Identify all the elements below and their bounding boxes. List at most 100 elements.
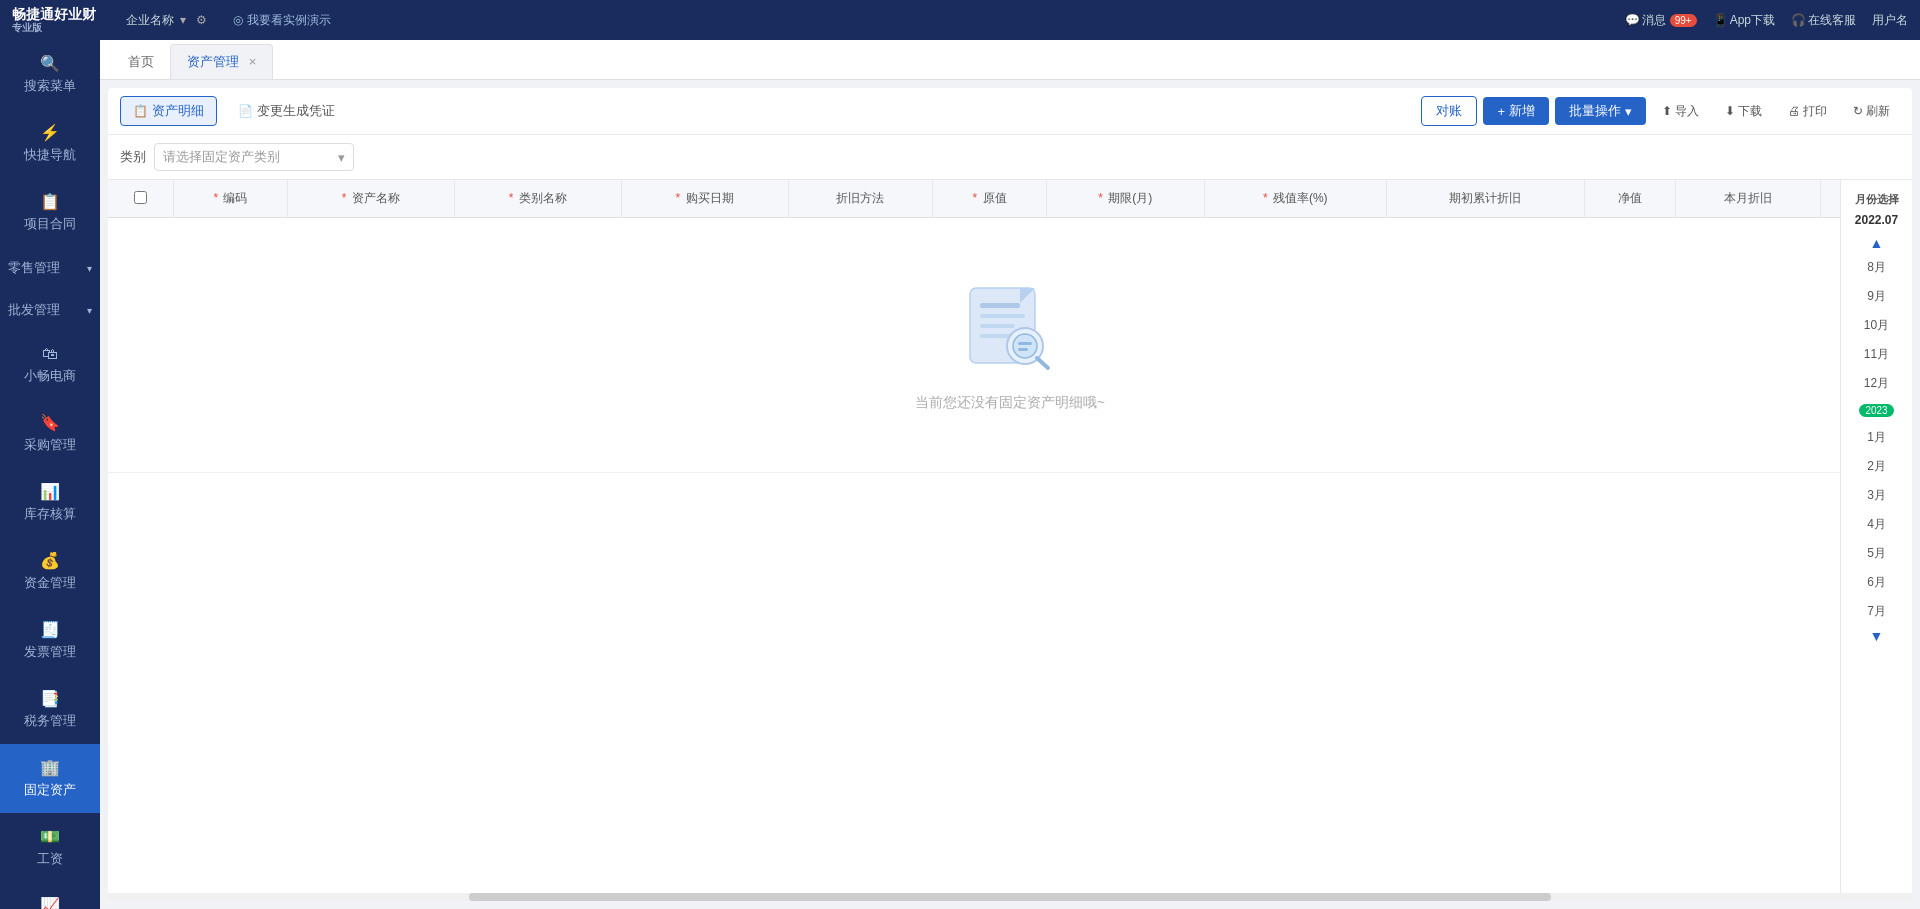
col-net-value-label: 净值 [1618, 191, 1642, 205]
month-item-12[interactable]: 12月 [1841, 369, 1912, 398]
sub-tab-voucher[interactable]: 📄 变更生成凭证 [225, 96, 348, 126]
ecommerce-icon: 🛍 [42, 345, 58, 363]
filter-dropdown-icon: ▾ [338, 150, 345, 165]
svg-rect-8 [1018, 342, 1032, 345]
table-body: 当前您还没有固定资产明细哦~ [108, 218, 1912, 473]
download-button[interactable]: ⬇ 下载 [1715, 98, 1772, 125]
required-star: * [1098, 191, 1103, 205]
category-filter[interactable]: 请选择固定资产类别 ▾ [154, 143, 354, 171]
month-item-10[interactable]: 10月 [1841, 311, 1912, 340]
tab-home[interactable]: 首页 [112, 45, 170, 79]
sidebar-item-fixed-assets[interactable]: 🏢 固定资产 [0, 744, 100, 813]
app-edition: 专业版 [12, 22, 96, 34]
import-button[interactable]: ⬆ 导入 [1652, 98, 1709, 125]
tab-home-label: 首页 [128, 54, 154, 69]
user-name[interactable]: 用户名 [1872, 12, 1908, 29]
sidebar-label-quick-nav: 快捷导航 [24, 146, 76, 164]
select-all-checkbox[interactable] [134, 191, 147, 204]
tab-asset-management[interactable]: 资产管理 × [170, 44, 273, 79]
add-icon: + [1497, 104, 1505, 119]
company-name: 企业名称 [126, 12, 174, 29]
required-star: * [973, 191, 978, 205]
horizontal-scrollbar[interactable] [108, 893, 1912, 901]
download-label: 下载 [1738, 103, 1762, 120]
month-item-11[interactable]: 11月 [1841, 340, 1912, 369]
month-item-5[interactable]: 5月 [1841, 539, 1912, 568]
sidebar-item-salary[interactable]: 💵 工资 [0, 813, 100, 882]
demo-link[interactable]: ◎ 我要看实例演示 [233, 12, 331, 29]
sidebar-item-project-contract[interactable]: 📋 项目合同 [0, 178, 100, 247]
month-item-2[interactable]: 2月 [1841, 452, 1912, 481]
finance-icon: 💰 [40, 551, 60, 570]
voucher-tab-icon: 📄 [238, 104, 253, 118]
invoice-icon: 🧾 [40, 620, 60, 639]
sidebar-label-wholesale: 批发管理 [8, 301, 60, 319]
month-item-3[interactable]: 3月 [1841, 481, 1912, 510]
import-icon: ⬆ [1662, 104, 1672, 118]
col-code-label: 编码 [223, 191, 247, 205]
sidebar-item-inventory[interactable]: 📊 库存核算 [0, 468, 100, 537]
settings-icon[interactable]: ⚙ [196, 13, 207, 27]
col-asset-name: * 资产名称 [287, 180, 454, 218]
add-label: 新增 [1509, 102, 1535, 120]
col-net-value: 净值 [1584, 180, 1675, 218]
col-category-name: * 类别名称 [454, 180, 621, 218]
refresh-label: 刷新 [1866, 103, 1890, 120]
month-item-9[interactable]: 9月 [1841, 282, 1912, 311]
month-item-6[interactable]: 6月 [1841, 568, 1912, 597]
online-service-label: 在线客服 [1808, 12, 1856, 29]
tax-icon: 📑 [40, 689, 60, 708]
reconcile-button[interactable]: 对账 [1421, 96, 1477, 126]
month-down-btn[interactable]: ▼ [1868, 626, 1886, 646]
add-button[interactable]: + 新增 [1483, 97, 1549, 125]
col-purchase-date-label: 购买日期 [686, 191, 734, 205]
sub-tab-asset-detail[interactable]: 📋 资产明细 [120, 96, 217, 126]
month-up-btn[interactable]: ▲ [1868, 233, 1886, 253]
col-monthly-dep: 本月折旧 [1675, 180, 1820, 218]
message-action[interactable]: 💬 消息 99+ [1625, 12, 1697, 29]
month-item-7[interactable]: 7月 [1841, 597, 1912, 626]
col-depreciation-method: 折旧方法 [788, 180, 933, 218]
month-item-1[interactable]: 1月 [1841, 423, 1912, 452]
table-month-container: * 编码 * 资产名称 * 类别名称 [108, 180, 1912, 893]
sidebar-item-invoice[interactable]: 🧾 发票管理 [0, 606, 100, 675]
sidebar-item-ecommerce[interactable]: 🛍 小畅电商 [0, 331, 100, 399]
sidebar-item-retail[interactable]: 零售管理 ▾ [0, 247, 100, 289]
tab-close-icon[interactable]: × [249, 54, 257, 69]
col-depreciation-method-label: 折旧方法 [836, 191, 884, 205]
sidebar-item-wholesale[interactable]: 批发管理 ▾ [0, 289, 100, 331]
refresh-button[interactable]: ↻ 刷新 [1843, 98, 1900, 125]
sidebar-item-finance[interactable]: 💰 资金管理 [0, 537, 100, 606]
company-selector[interactable]: 企业名称 ▾ ⚙ [126, 12, 207, 29]
message-badge: 99+ [1670, 14, 1697, 27]
sidebar-item-search[interactable]: 🔍 搜索菜单 [0, 40, 100, 109]
sidebar-item-purchase[interactable]: 🔖 采购管理 [0, 399, 100, 468]
month-item-4[interactable]: 4月 [1841, 510, 1912, 539]
svg-rect-1 [980, 303, 1020, 308]
col-period: * 期限(月) [1046, 180, 1204, 218]
sidebar: 🔍 搜索菜单 ⚡ 快捷导航 📋 项目合同 零售管理 ▾ 批发管理 ▾ 🛍 小畅电… [0, 40, 100, 909]
asset-detail-tab-icon: 📋 [133, 104, 148, 118]
page-content: 📋 资产明细 📄 变更生成凭证 对账 + 新增 批量操作 ▾ [108, 88, 1912, 901]
month-item-8[interactable]: 8月 [1841, 253, 1912, 282]
svg-rect-3 [980, 324, 1015, 328]
dropdown-icon: ▾ [180, 13, 186, 27]
col-asset-name-label: 资产名称 [352, 191, 400, 205]
app-download-action[interactable]: 📱 App下载 [1713, 12, 1775, 29]
top-bar: 畅捷通好业财 专业版 企业名称 ▾ ⚙ ◎ 我要看实例演示 💬 消息 99+ 📱… [0, 0, 1920, 40]
sidebar-item-quick-nav[interactable]: ⚡ 快捷导航 [0, 109, 100, 178]
print-icon: 🖨 [1788, 104, 1800, 118]
print-button[interactable]: 🖨 打印 [1778, 98, 1837, 125]
col-original-value: * 原值 [933, 180, 1047, 218]
online-service-action[interactable]: 🎧 在线客服 [1791, 12, 1856, 29]
sidebar-label-salary: 工资 [37, 850, 63, 868]
sidebar-item-operations[interactable]: 📈 经营管理 [0, 882, 100, 909]
col-residual-rate-label: 残值率(%) [1273, 191, 1328, 205]
message-icon: 💬 [1625, 13, 1640, 27]
table-container: * 编码 * 资产名称 * 类别名称 [108, 180, 1912, 893]
required-star: * [342, 191, 347, 205]
sidebar-item-tax[interactable]: 📑 税务管理 [0, 675, 100, 744]
scrollbar-thumb [469, 893, 1551, 901]
month-panel-title: 月份选择 [1855, 188, 1899, 211]
batch-operation-button[interactable]: 批量操作 ▾ [1555, 97, 1646, 125]
